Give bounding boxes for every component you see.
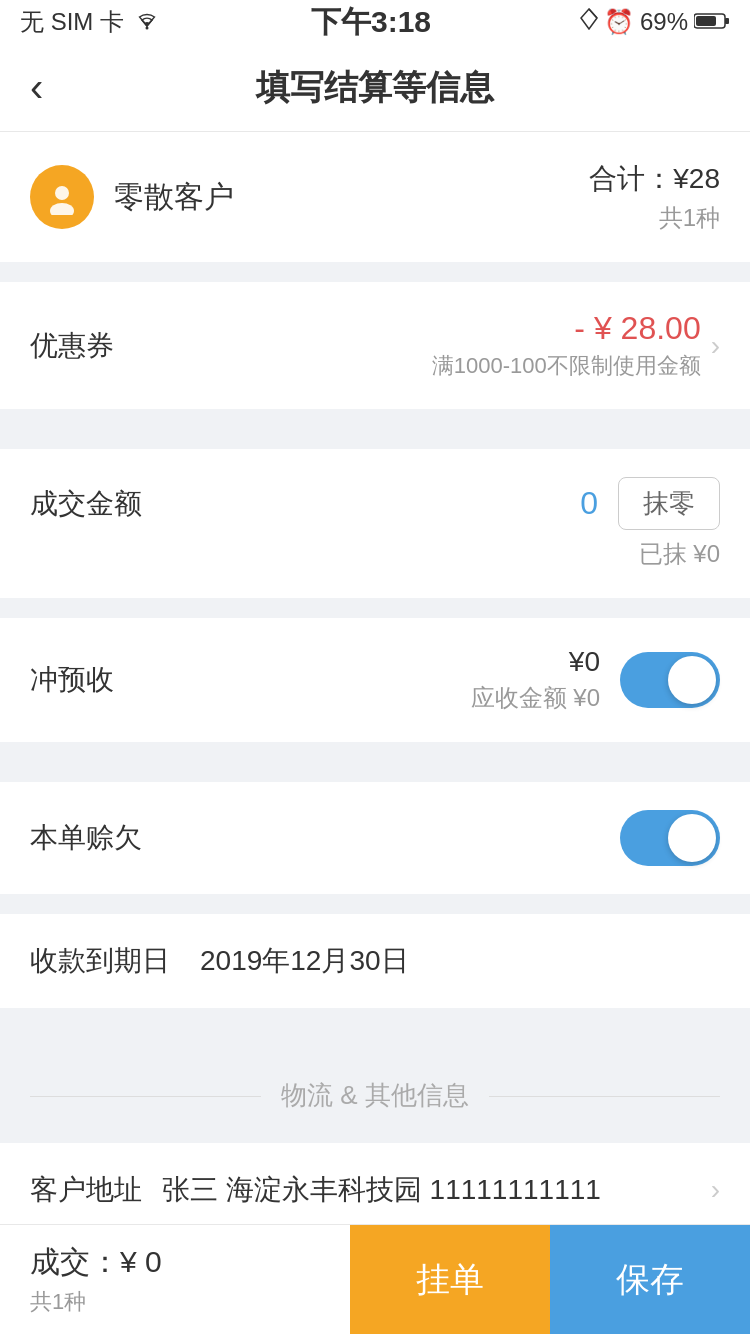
logistics-section-header: 物流 & 其他信息: [0, 1048, 750, 1143]
coupon-description: 满1000-100不限制使用金额: [432, 351, 701, 381]
address-label: 客户地址: [30, 1171, 142, 1209]
content: 零散客户 合计：¥28 共1种 优惠券 - ¥ 28.00 满1000-100不…: [0, 132, 750, 1334]
address-left: 客户地址 张三 海淀永丰科技园 11111111111: [30, 1171, 601, 1209]
address-value: 张三 海淀永丰科技园 11111111111: [162, 1171, 601, 1209]
svg-point-5: [50, 203, 74, 215]
prepay-amount: ¥0: [471, 646, 600, 678]
coupon-label: 优惠券: [30, 327, 114, 365]
coupon-row[interactable]: 优惠券 - ¥ 28.00 满1000-100不限制使用金额 ›: [0, 282, 750, 409]
status-left: 无 SIM 卡: [20, 6, 162, 38]
back-button[interactable]: ‹: [30, 65, 43, 110]
prepay-info: ¥0 应收金额 ¥0: [471, 646, 600, 714]
customer-card: 零散客户 合计：¥28 共1种: [0, 132, 750, 262]
status-bar: 无 SIM 卡 下午3:18 ⏰ 69%: [0, 0, 750, 44]
customer-count: 共1种: [589, 202, 720, 234]
battery-percent: 69%: [640, 8, 688, 36]
save-button[interactable]: 保存: [550, 1225, 750, 1335]
section-divider-1: [0, 429, 750, 449]
address-card[interactable]: 客户地址 张三 海淀永丰科技园 11111111111 ›: [0, 1143, 750, 1237]
transaction-label: 成交金额: [30, 485, 142, 523]
customer-right: 合计：¥28 共1种: [589, 160, 720, 234]
prepay-receivable: 应收金额 ¥0: [471, 682, 600, 714]
prepay-section: 冲预收 ¥0 应收金额 ¥0: [0, 618, 750, 742]
bottom-deal-label: 成交：: [30, 1245, 120, 1278]
location-icon: [580, 8, 598, 36]
no-sim-text: 无 SIM 卡: [20, 6, 124, 38]
round-zero-button[interactable]: 抹零: [618, 477, 720, 530]
deferred-card: 本单赊欠: [0, 782, 750, 894]
due-date-value: 2019年12月30日: [200, 942, 409, 980]
prepay-card: 冲预收 ¥0 应收金额 ¥0: [0, 618, 750, 742]
transaction-value: 0: [580, 485, 598, 522]
transaction-right: 0 抹零: [580, 477, 720, 530]
customer-row: 零散客户 合计：¥28 共1种: [0, 132, 750, 262]
wifi-icon: [132, 8, 162, 36]
bottom-count: 共1种: [30, 1287, 320, 1317]
due-date-label: 收款到期日: [30, 942, 170, 980]
chevron-right-icon: ›: [711, 330, 720, 362]
address-chevron-icon: ›: [711, 1174, 720, 1206]
coupon-discount: - ¥ 28.00: [432, 310, 701, 347]
transaction-row: 成交金额 0 抹零: [30, 477, 720, 530]
prepay-right: ¥0 应收金额 ¥0: [471, 646, 720, 714]
customer-avatar: [30, 165, 94, 229]
bottom-bar: 成交：¥ 0 共1种 挂单 保存: [0, 1224, 750, 1334]
page-title: 填写结算等信息: [256, 65, 494, 111]
svg-rect-3: [696, 16, 716, 26]
customer-name: 零散客户: [114, 177, 234, 218]
logistics-text: 物流 & 其他信息: [261, 1078, 489, 1113]
bottom-deal-amount: ¥ 0: [120, 1245, 162, 1278]
due-date-section: 收款到期日 2019年12月30日: [0, 914, 750, 1008]
status-right: ⏰ 69%: [580, 8, 730, 36]
alarm-icon: ⏰: [604, 8, 634, 36]
deferred-toggle[interactable]: [620, 810, 720, 866]
coupon-info: - ¥ 28.00 满1000-100不限制使用金额: [432, 310, 701, 381]
svg-rect-2: [725, 18, 729, 24]
svg-point-0: [146, 27, 149, 30]
bottom-deal-row: 成交：¥ 0: [30, 1242, 320, 1283]
bottom-info: 成交：¥ 0 共1种: [0, 1242, 350, 1317]
transaction-card: 成交金额 0 抹零 已抹 ¥0: [0, 449, 750, 598]
nav-bar: ‹ 填写结算等信息: [0, 44, 750, 132]
customer-left: 零散客户: [30, 165, 234, 229]
hold-order-button[interactable]: 挂单: [350, 1225, 550, 1335]
customer-total: 合计：¥28: [589, 160, 720, 198]
deferred-row: 本单赊欠: [30, 810, 720, 866]
address-section[interactable]: 客户地址 张三 海淀永丰科技园 11111111111 ›: [0, 1143, 750, 1237]
due-date-card: 收款到期日 2019年12月30日: [0, 914, 750, 1008]
coupon-card[interactable]: 优惠券 - ¥ 28.00 满1000-100不限制使用金额 ›: [0, 282, 750, 409]
deferred-label: 本单赊欠: [30, 819, 142, 857]
prepay-row: 冲预收 ¥0 应收金额 ¥0: [30, 646, 720, 714]
prepay-label: 冲预收: [30, 661, 114, 699]
svg-point-4: [55, 186, 69, 200]
address-row[interactable]: 客户地址 张三 海淀永丰科技园 11111111111 ›: [30, 1171, 720, 1209]
already-rounded-text: 已抹 ¥0: [30, 538, 720, 570]
transaction-section: 成交金额 0 抹零 已抹 ¥0: [0, 449, 750, 598]
status-time: 下午3:18: [311, 2, 431, 43]
section-divider-3: [0, 1028, 750, 1048]
prepay-toggle[interactable]: [620, 652, 720, 708]
due-date-row: 收款到期日 2019年12月30日: [30, 942, 720, 980]
section-divider-2: [0, 762, 750, 782]
battery-icon: [694, 8, 730, 36]
deferred-section: 本单赊欠: [0, 782, 750, 894]
coupon-right: - ¥ 28.00 满1000-100不限制使用金额 ›: [432, 310, 720, 381]
